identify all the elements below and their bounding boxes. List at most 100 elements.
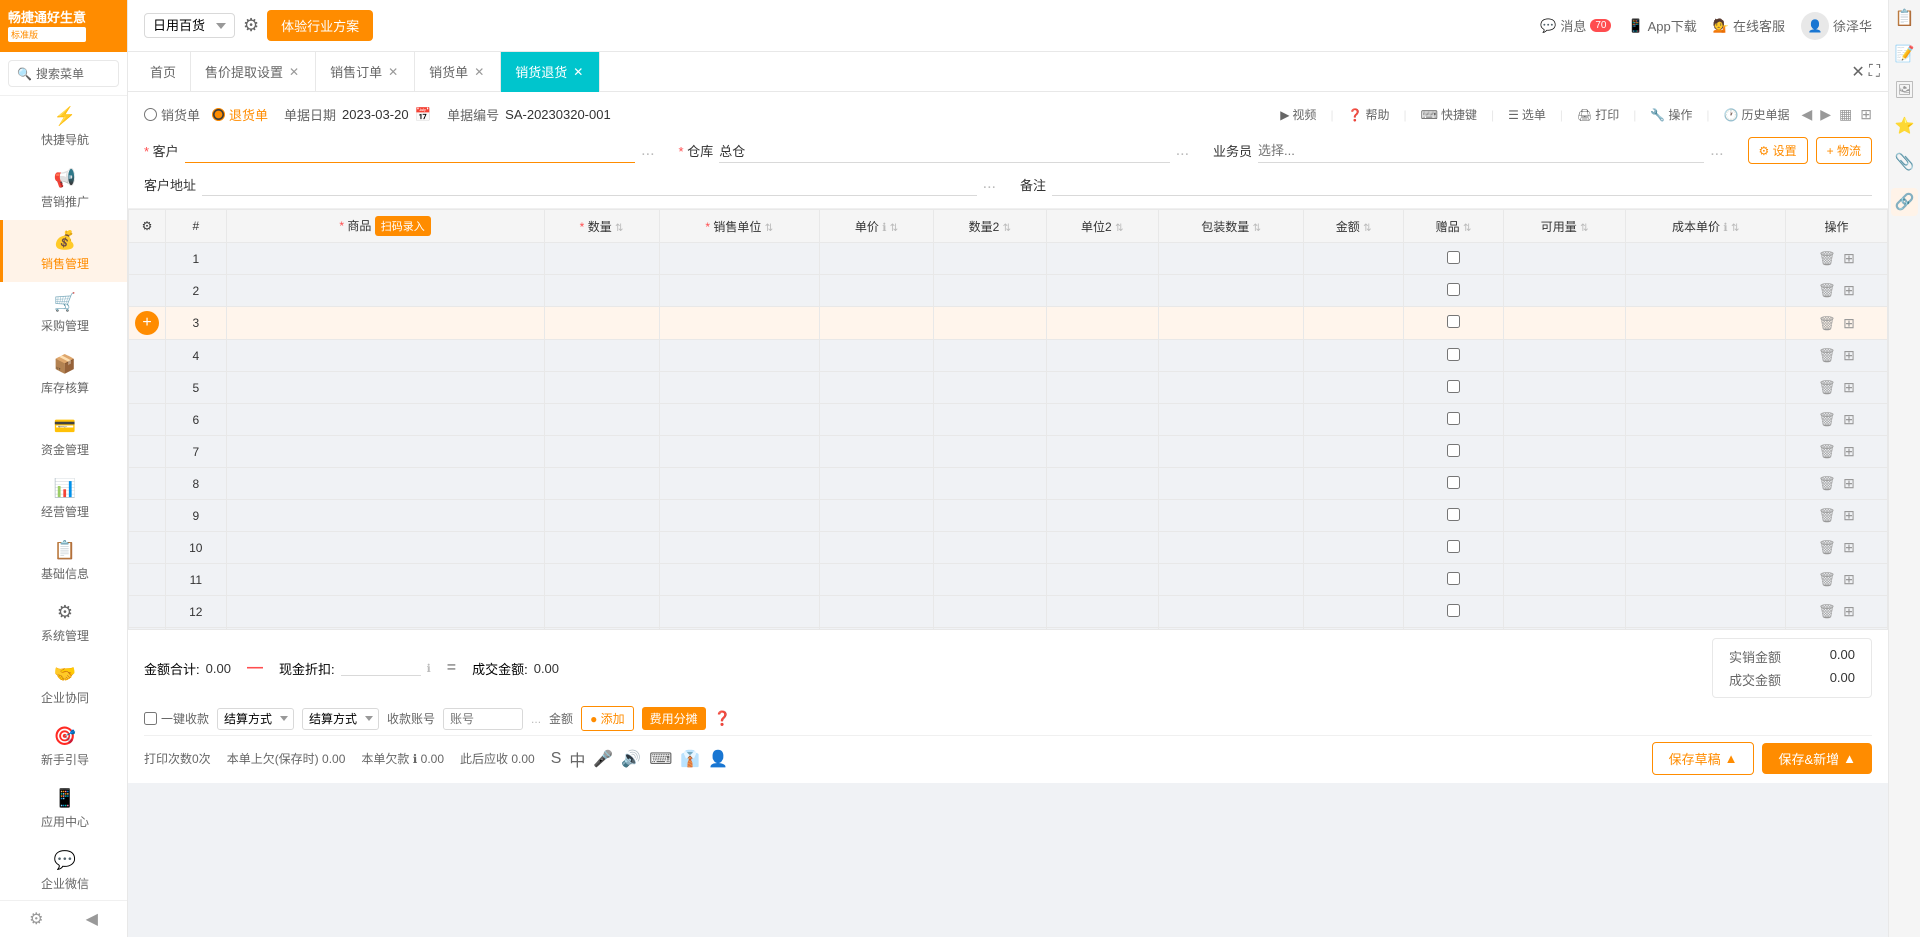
- row-cost-price-cell[interactable]: [1626, 340, 1786, 372]
- gift-checkbox-5[interactable]: [1447, 380, 1460, 393]
- row-unit2-cell[interactable]: [1046, 275, 1158, 307]
- row-qty2-cell[interactable]: [934, 372, 1046, 404]
- tab-sales-invoice-close[interactable]: ✕: [472, 66, 486, 78]
- prev-record-button[interactable]: ◀: [1801, 106, 1812, 123]
- row-delete-button-8[interactable]: 🗑: [1816, 473, 1838, 494]
- unit-price-sort-icon[interactable]: ⇅: [890, 223, 898, 234]
- row-gift-cell[interactable]: [1404, 596, 1504, 628]
- product-input-9[interactable]: [233, 509, 538, 523]
- row-unit2-cell[interactable]: [1046, 307, 1158, 340]
- tab-sales-return[interactable]: 销货退货 ✕: [501, 52, 600, 92]
- tab-close-all-button[interactable]: ✕: [1851, 62, 1864, 82]
- row-available-cell[interactable]: [1503, 340, 1626, 372]
- row-sales-unit-cell[interactable]: [659, 340, 819, 372]
- tab-maximize-button[interactable]: ⛶: [1869, 62, 1880, 82]
- row-sales-unit-cell[interactable]: [659, 243, 819, 275]
- row-cost-price-cell[interactable]: [1626, 596, 1786, 628]
- app-download-button[interactable]: 📱 App下载: [1627, 16, 1696, 35]
- row-unit-price-cell[interactable]: [819, 340, 933, 372]
- gift-checkbox-4[interactable]: [1447, 348, 1460, 361]
- row-sales-unit-cell[interactable]: [659, 275, 819, 307]
- product-input-2[interactable]: [233, 284, 538, 298]
- row-gift-cell[interactable]: [1404, 243, 1504, 275]
- row-amount-cell[interactable]: [1304, 564, 1404, 596]
- sidebar-item-basic-info[interactable]: 📋 基础信息: [0, 530, 127, 592]
- row-unit-price-cell[interactable]: [819, 307, 933, 340]
- operate-button[interactable]: 🔧 操作: [1646, 104, 1696, 125]
- sidebar-item-inventory[interactable]: 📦 库存核算: [0, 344, 127, 406]
- row-gift-cell[interactable]: [1404, 500, 1504, 532]
- row-amount-cell[interactable]: [1304, 500, 1404, 532]
- row-unit2-cell[interactable]: [1046, 468, 1158, 500]
- tab-price-settings-close[interactable]: ✕: [287, 66, 301, 78]
- product-input-6[interactable]: [233, 413, 538, 427]
- sidebar-item-appstore[interactable]: 📱 应用中心: [0, 778, 127, 840]
- row-product-cell[interactable]: [226, 307, 544, 340]
- row-sales-unit-cell[interactable]: [659, 564, 819, 596]
- row-available-cell[interactable]: [1503, 436, 1626, 468]
- cost-price-sort-icon[interactable]: ⇅: [1731, 223, 1739, 234]
- row-qty-cell[interactable]: [544, 468, 659, 500]
- gift-checkbox-3[interactable]: [1447, 315, 1460, 328]
- row-amount-cell[interactable]: [1304, 340, 1404, 372]
- row-unit-price-cell[interactable]: [819, 564, 933, 596]
- row-qty-cell[interactable]: [544, 404, 659, 436]
- settlement-method-select[interactable]: 结算方式: [217, 708, 294, 730]
- tab-sales-invoice[interactable]: 销货单 ✕: [415, 52, 501, 92]
- row-unit2-cell[interactable]: [1046, 500, 1158, 532]
- row-copy-button-6[interactable]: ⊞: [1841, 409, 1857, 430]
- row-delete-button-2[interactable]: 🗑: [1816, 280, 1838, 301]
- tab-sales-order-close[interactable]: ✕: [386, 66, 400, 78]
- list-view-button[interactable]: ▦: [1839, 106, 1852, 123]
- row-unit-price-cell[interactable]: [819, 500, 933, 532]
- row-delete-button-3[interactable]: 🗑: [1816, 313, 1838, 334]
- product-input-8[interactable]: [233, 477, 538, 491]
- row-pack-qty-cell[interactable]: [1158, 275, 1303, 307]
- row-copy-button-1[interactable]: ⊞: [1841, 248, 1857, 269]
- tab-home[interactable]: 首页: [136, 52, 191, 92]
- row-cost-price-cell[interactable]: [1626, 532, 1786, 564]
- row-unit2-cell[interactable]: [1046, 564, 1158, 596]
- row-pack-qty-cell[interactable]: [1158, 468, 1303, 500]
- one-click-payment-checkbox[interactable]: 一键收款: [144, 710, 209, 727]
- row-unit2-cell[interactable]: [1046, 404, 1158, 436]
- row-copy-button-8[interactable]: ⊞: [1841, 473, 1857, 494]
- row-available-cell[interactable]: [1503, 532, 1626, 564]
- radio-return-input[interactable]: [212, 108, 225, 121]
- row-copy-button-7[interactable]: ⊞: [1841, 441, 1857, 462]
- row-pack-qty-cell[interactable]: [1158, 340, 1303, 372]
- gift-checkbox-10[interactable]: [1447, 540, 1460, 553]
- row-cost-price-cell[interactable]: [1626, 243, 1786, 275]
- scan-input-button[interactable]: 扫码录入: [375, 216, 431, 236]
- product-input-3[interactable]: [233, 316, 538, 330]
- row-delete-button-9[interactable]: 🗑: [1816, 505, 1838, 526]
- row-copy-button-5[interactable]: ⊞: [1841, 377, 1857, 398]
- row-gift-cell[interactable]: [1404, 468, 1504, 500]
- gift-checkbox-1[interactable]: [1447, 251, 1460, 264]
- address-select-dots[interactable]: ...: [983, 175, 996, 193]
- radio-sales[interactable]: 销货单: [144, 105, 200, 124]
- col-settings-header[interactable]: ⚙: [129, 210, 166, 243]
- row-pack-qty-cell[interactable]: [1158, 596, 1303, 628]
- row-cost-price-cell[interactable]: [1626, 404, 1786, 436]
- sidebar-item-finance[interactable]: 💳 资金管理: [0, 406, 127, 468]
- discount-input[interactable]: [341, 660, 421, 676]
- gift-checkbox-12[interactable]: [1447, 604, 1460, 617]
- industry-select[interactable]: 日用百货: [144, 13, 235, 38]
- pack-qty-sort-icon[interactable]: ⇅: [1253, 223, 1261, 234]
- row-gift-cell[interactable]: [1404, 307, 1504, 340]
- row-qty-cell[interactable]: [544, 500, 659, 532]
- sidebar-item-guide[interactable]: 🎯 新手引导: [0, 716, 127, 778]
- table-scroll-area[interactable]: ⚙ # * 商品 扫码录入 * 数量 ⇅: [128, 209, 1888, 629]
- salesperson-input[interactable]: [1258, 139, 1704, 163]
- tab-price-settings[interactable]: 售价提取设置 ✕: [191, 52, 316, 92]
- right-sidebar-link-icon[interactable]: 📎: [1895, 152, 1915, 172]
- row-cost-price-cell[interactable]: [1626, 564, 1786, 596]
- row-sales-unit-cell[interactable]: [659, 372, 819, 404]
- row-qty2-cell[interactable]: [934, 436, 1046, 468]
- product-input-1[interactable]: [233, 252, 538, 266]
- next-record-button[interactable]: ▶: [1820, 106, 1831, 123]
- row-unit-price-cell[interactable]: [819, 532, 933, 564]
- row-sales-unit-cell[interactable]: [659, 532, 819, 564]
- split-expense-button[interactable]: 费用分摊: [642, 707, 706, 730]
